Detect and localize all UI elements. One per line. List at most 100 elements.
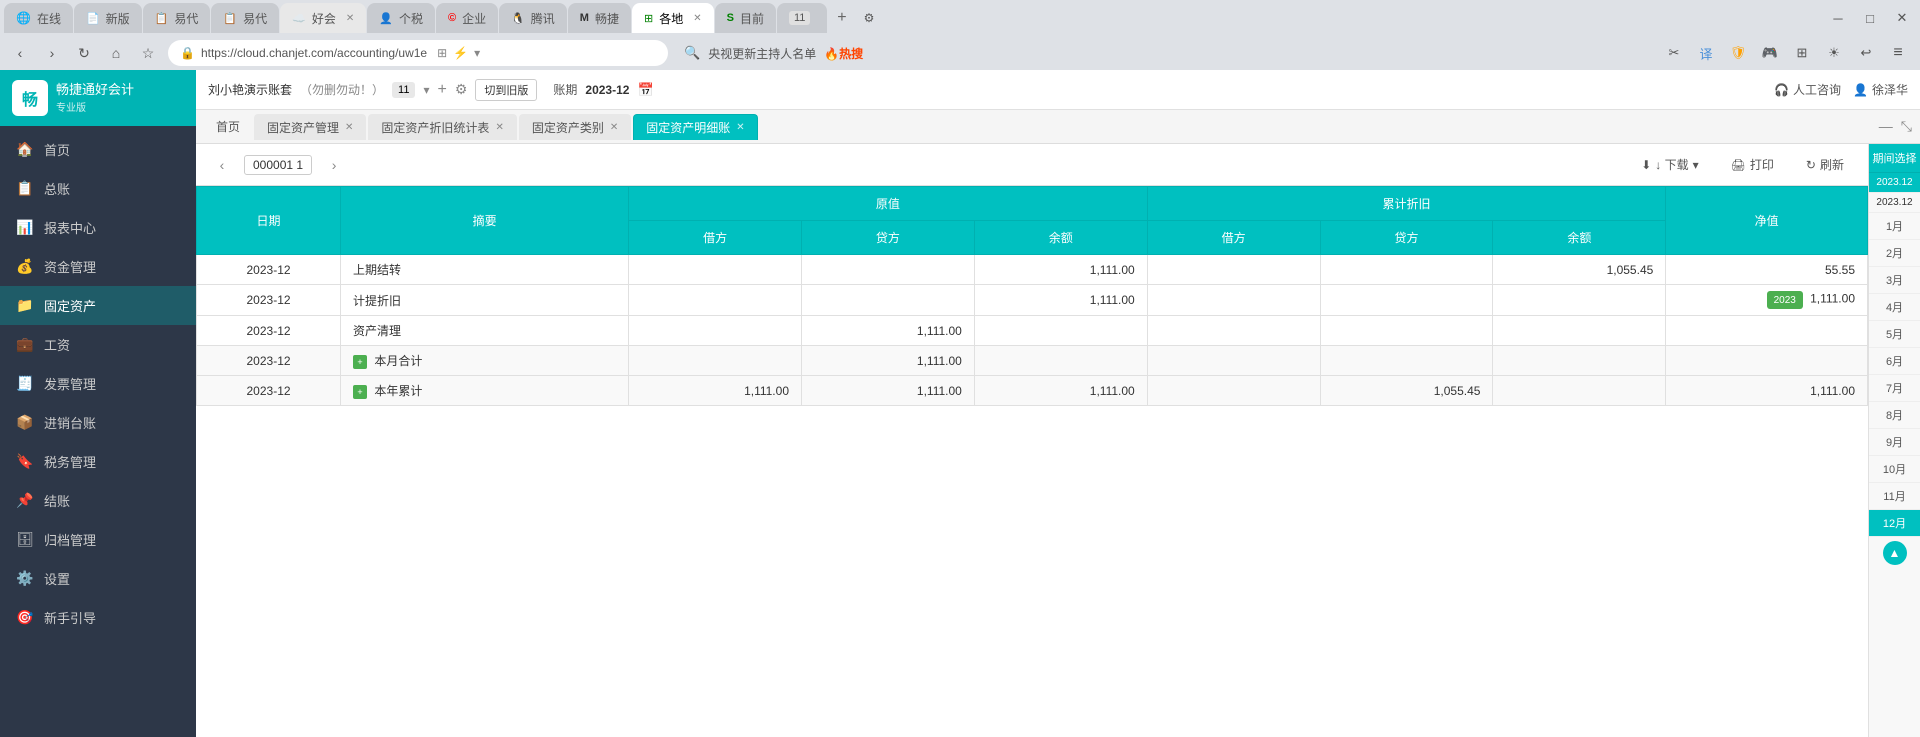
tab-add-button[interactable]: +: [828, 4, 856, 32]
history-icon[interactable]: ↩: [1852, 39, 1880, 67]
sidebar-item-fixed-assets[interactable]: 📁 固定资产: [0, 286, 196, 325]
tab-depreciation-stats[interactable]: 固定资产折旧统计表 ✕: [368, 114, 516, 140]
tab-close-asset-detail-ledger[interactable]: ✕: [736, 122, 744, 133]
period-label: 账期: [553, 81, 577, 98]
next-page-button[interactable]: ›: [324, 155, 344, 175]
period-date-2[interactable]: 2023.12: [1869, 193, 1920, 213]
row5-orig-debit: 1,111.00: [629, 376, 802, 406]
tab-label-chang: 畅捷: [595, 10, 619, 27]
dropdown-trigger[interactable]: ▾: [423, 83, 429, 97]
period-month-5[interactable]: 5月: [1869, 321, 1920, 348]
period-month-6[interactable]: 6月: [1869, 348, 1920, 375]
grid-icon[interactable]: ⊞: [1788, 39, 1816, 67]
tab-asset-category[interactable]: 固定资产类别 ✕: [519, 114, 631, 140]
browser-tab-online[interactable]: 🌐 在线: [4, 3, 73, 33]
download-button[interactable]: ⬇ ↓ 下载 ▾: [1633, 152, 1706, 177]
period-month-2[interactable]: 2月: [1869, 240, 1920, 267]
period-date-1[interactable]: 2023.12: [1869, 173, 1920, 193]
page-indicator[interactable]: 000001 1: [244, 155, 312, 175]
period-month-4[interactable]: 4月: [1869, 294, 1920, 321]
browser-tab-new[interactable]: 📄 新版: [74, 3, 142, 33]
tab-favicon-qiye: ©: [448, 12, 456, 24]
browser-tab-count[interactable]: 11: [777, 3, 827, 33]
sidebar-item-archive[interactable]: 🗄 归档管理: [0, 520, 196, 559]
col-sub-accum-debit: 借方: [1147, 221, 1320, 255]
sidebar-item-closing[interactable]: 📌 结账: [0, 481, 196, 520]
browser-tab-qiye[interactable]: © 企业: [436, 3, 498, 33]
tab-collapse-button[interactable]: —: [1879, 118, 1893, 135]
minimize-button[interactable]: ─: [1824, 4, 1852, 32]
tab-close-gedi[interactable]: ✕: [693, 13, 701, 24]
tab-close-fixed-assets-mgmt[interactable]: ✕: [345, 122, 353, 133]
browser-tab-yidai1[interactable]: 📋 易代: [143, 3, 211, 33]
period-month-9[interactable]: 9月: [1869, 429, 1920, 456]
tab-label-yidai1: 易代: [174, 10, 198, 27]
tab-expand-button[interactable]: ⤡: [1901, 118, 1912, 135]
period-month-11[interactable]: 11月: [1869, 483, 1920, 510]
period-month-8[interactable]: 8月: [1869, 402, 1920, 429]
tab-settings-icon[interactable]: ⚙: [857, 6, 881, 30]
home-button[interactable]: ⌂: [104, 41, 128, 65]
period-month-3[interactable]: 3月: [1869, 267, 1920, 294]
shield-icon[interactable]: 🛡: [1724, 39, 1752, 67]
brightness-icon[interactable]: ☀: [1820, 39, 1848, 67]
bookmark-button[interactable]: ☆: [136, 41, 160, 65]
browser-tab-yidai2[interactable]: 📋 易代: [211, 3, 279, 33]
period-month-7[interactable]: 7月: [1869, 375, 1920, 402]
row3-summary: 资产清理: [341, 316, 629, 346]
sidebar-item-reports[interactable]: 📊 报表中心: [0, 208, 196, 247]
sidebar-item-tax[interactable]: 🔖 税务管理: [0, 442, 196, 481]
add-account-button[interactable]: +: [437, 81, 446, 99]
tab-home[interactable]: 首页: [204, 114, 252, 139]
browser-tab-muqian[interactable]: S 目前: [715, 3, 776, 33]
sidebar-item-ledger[interactable]: 📋 总账: [0, 169, 196, 208]
sidebar-item-guide[interactable]: 🎯 新手引导: [0, 598, 196, 637]
refresh-button[interactable]: ↻ 刷新: [1798, 152, 1852, 177]
sidebar-item-home[interactable]: 🏠 首页: [0, 130, 196, 169]
tab-close-depreciation-stats[interactable]: ✕: [495, 122, 503, 133]
period-month-12[interactable]: 12月: [1869, 510, 1920, 537]
browser-tab-geshui[interactable]: 👤 个税: [367, 3, 435, 33]
scissors-icon[interactable]: ✂: [1660, 39, 1688, 67]
browser-tab-tencent[interactable]: 🐧 腾讯: [499, 3, 567, 33]
browser-tab-chang[interactable]: M 畅捷: [568, 3, 631, 33]
restore-button[interactable]: □: [1856, 4, 1884, 32]
close-button[interactable]: ✕: [1888, 4, 1916, 32]
period-month-1[interactable]: 1月: [1869, 213, 1920, 240]
period-month-10[interactable]: 10月: [1869, 456, 1920, 483]
switch-version-button[interactable]: 切到旧版: [475, 79, 537, 101]
tab-fixed-assets-mgmt[interactable]: 固定资产管理 ✕: [254, 114, 366, 140]
sidebar-app-subtitle: 专业版: [56, 99, 134, 114]
tab-close-haohui[interactable]: ✕: [346, 13, 354, 24]
address-input[interactable]: 🔒 https://cloud.chanjet.com/accounting/u…: [168, 40, 668, 66]
browser-tab-gedi[interactable]: ⊞ 各地 ✕: [632, 3, 714, 33]
game-icon[interactable]: 🎮: [1756, 39, 1784, 67]
reload-button[interactable]: ↻: [72, 41, 96, 65]
row2-net-value: 2023 1,111.00: [1666, 285, 1868, 316]
settings-trigger[interactable]: ⚙: [455, 81, 468, 98]
sidebar: 畅 畅捷通好会计 专业版 🏠 首页 📋 总账 📊 报表中心 💰 资金管理: [0, 70, 196, 737]
service-button[interactable]: 🎧 人工咨询: [1774, 81, 1841, 98]
prev-page-button[interactable]: ‹: [212, 155, 232, 175]
print-button[interactable]: 🖨 打印: [1723, 152, 1782, 177]
sidebar-item-settings[interactable]: ⚙️ 设置: [0, 559, 196, 598]
translate-icon[interactable]: 译: [1692, 39, 1720, 67]
sidebar-item-funds[interactable]: 💰 资金管理: [0, 247, 196, 286]
browser-tab-haohui[interactable]: ☁️ 好会 ✕: [280, 3, 366, 33]
sidebar-label-ledger: 总账: [44, 179, 70, 198]
sidebar-item-invoice[interactable]: 🧾 发票管理: [0, 364, 196, 403]
calendar-icon[interactable]: 📅: [637, 82, 653, 98]
tab-asset-detail-ledger[interactable]: 固定资产明细账 ✕: [633, 114, 757, 140]
back-button[interactable]: ‹: [8, 41, 32, 65]
user-avatar-button[interactable]: 👤 徐泽华: [1853, 81, 1908, 98]
row2-accum-credit: [1320, 285, 1493, 316]
search-icon: 🔍: [684, 45, 700, 61]
scroll-up-button[interactable]: ▲: [1883, 541, 1907, 565]
row3-accum-debit: [1147, 316, 1320, 346]
forward-button[interactable]: ›: [40, 41, 64, 65]
menu-icon[interactable]: ≡: [1884, 39, 1912, 67]
row2-orig-debit: [629, 285, 802, 316]
tab-close-asset-category[interactable]: ✕: [610, 122, 618, 133]
sidebar-item-purchase-sales[interactable]: 📦 进销台账: [0, 403, 196, 442]
sidebar-item-payroll[interactable]: 💼 工资: [0, 325, 196, 364]
